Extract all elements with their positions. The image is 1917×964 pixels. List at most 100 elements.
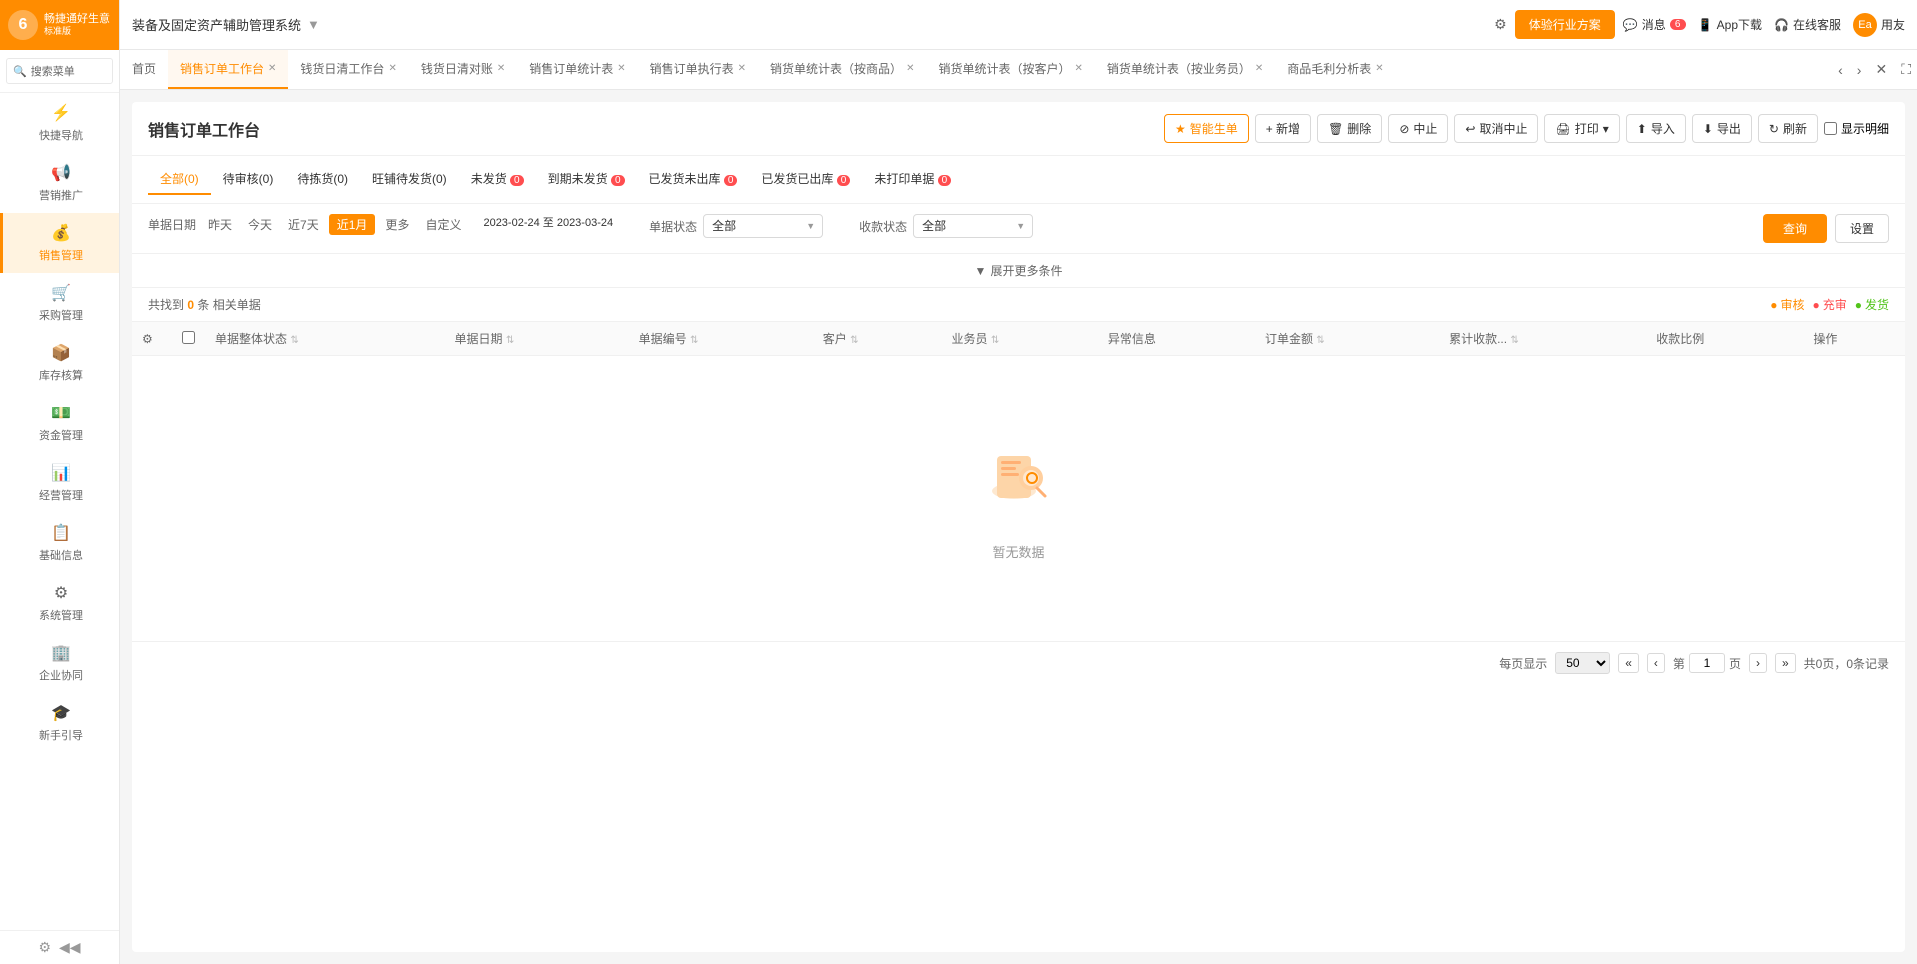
sidebar-item-finance[interactable]: 💵 资金管理 — [0, 393, 119, 453]
filter-tab-shipped-out[interactable]: 已发货已出库 0 — [749, 164, 862, 195]
message-button[interactable]: 💬 消息 6 — [1623, 16, 1686, 33]
filter-tab-all[interactable]: 全部(0) — [148, 164, 211, 195]
refresh-button[interactable]: ↻ 刷新 — [1758, 114, 1818, 143]
solution-button[interactable]: 体验行业方案 — [1515, 10, 1615, 39]
sidebar-item-quick-nav[interactable]: ⚡ 快捷导航 — [0, 93, 119, 153]
sidebar-item-marketing[interactable]: 📢 营销推广 — [0, 153, 119, 213]
online-service-button[interactable]: 🎧 在线客服 — [1774, 16, 1841, 33]
first-page-button[interactable]: « — [1618, 653, 1639, 673]
filter-settings-button[interactable]: 设置 — [1835, 214, 1889, 243]
export-icon: ⬇ — [1703, 122, 1713, 136]
tab-close-icon[interactable]: ✕ — [906, 63, 914, 74]
sort-customer-icon[interactable]: ⇅ — [850, 335, 858, 346]
tab-close-icon[interactable]: ✕ — [268, 63, 276, 74]
ship-action-button[interactable]: ● 发货 — [1855, 296, 1889, 313]
sidebar-item-newbie[interactable]: 🎓 新手引导 — [0, 693, 119, 753]
print-button[interactable]: 🖨 打印 ▾ — [1544, 114, 1619, 143]
col-date: 单据日期 ⇅ — [445, 322, 629, 356]
last-page-button[interactable]: » — [1775, 653, 1796, 673]
sidebar-item-purchase[interactable]: 🛒 采购管理 — [0, 273, 119, 333]
export-button[interactable]: ⬇ 导出 — [1692, 114, 1752, 143]
sort-status-icon[interactable]: ⇅ — [290, 335, 298, 346]
app-download-button[interactable]: 📱 App下载 — [1698, 16, 1762, 33]
date-more-button[interactable]: 更多 — [379, 214, 415, 235]
tab-product-margin[interactable]: 商品毛利分析表 ✕ — [1275, 50, 1395, 89]
filter-tab-wangpu[interactable]: 旺铺待发货(0) — [360, 164, 459, 195]
filter-tab-pending-review[interactable]: 待审核(0) — [211, 164, 286, 195]
filter-tab-not-shipped[interactable]: 未发货 0 — [459, 164, 536, 195]
filter-tab-shipped-not-out[interactable]: 已发货未出库 0 — [637, 164, 750, 195]
query-button[interactable]: 查询 — [1763, 214, 1827, 243]
date-7days-button[interactable]: 近7天 — [282, 214, 325, 235]
search-menu-label: 搜索菜单 — [31, 63, 75, 79]
tab-cash-goods-reconcile[interactable]: 钱货日清对账 ✕ — [409, 50, 517, 89]
show-detail-checkbox[interactable] — [1824, 122, 1837, 135]
tab-close-icon[interactable]: ✕ — [1375, 63, 1383, 74]
sort-amount-icon[interactable]: ⇅ — [1316, 335, 1324, 346]
sidebar-item-operations[interactable]: 📊 经营管理 — [0, 453, 119, 513]
sort-staff-icon[interactable]: ⇅ — [991, 335, 999, 346]
payment-select[interactable]: 全部 未收款 部分收款 已收款 — [913, 214, 1033, 238]
online-service-label: 在线客服 — [1793, 16, 1841, 33]
cancel-suspend-button[interactable]: ↩ 取消中止 — [1454, 114, 1538, 143]
tab-close-icon[interactable]: ✕ — [617, 63, 625, 74]
page-number-input[interactable] — [1689, 653, 1725, 673]
tab-close-icon[interactable]: ✕ — [1255, 63, 1263, 74]
tab-sales-order-exec[interactable]: 销售订单执行表 ✕ — [638, 50, 758, 89]
show-detail-checkbox-wrap[interactable]: 显示明细 — [1824, 120, 1889, 137]
settings-col-icon[interactable]: ⚙ — [142, 332, 153, 346]
date-1month-button[interactable]: 近1月 — [329, 214, 376, 235]
filter-tab-pending-pickup[interactable]: 待拣货(0) — [285, 164, 360, 195]
sort-number-icon[interactable]: ⇅ — [690, 335, 698, 346]
sidebar-item-system[interactable]: ⚙ 系统管理 — [0, 573, 119, 633]
tab-sales-stats-staff[interactable]: 销货单统计表（按业务员） ✕ — [1095, 50, 1275, 89]
page-size-select[interactable]: 20 50 100 — [1555, 652, 1610, 674]
tab-scroll-left-button[interactable]: ‹ — [1832, 62, 1849, 78]
sidebar-item-enterprise[interactable]: 🏢 企业协同 — [0, 633, 119, 693]
suspend-button[interactable]: ⊘ 中止 — [1388, 114, 1448, 143]
tab-close-icon[interactable]: ✕ — [738, 63, 746, 74]
date-custom-button[interactable]: 自定义 — [419, 214, 467, 235]
smart-create-button[interactable]: ★ 智能生单 — [1164, 114, 1249, 143]
count-value: 0 — [187, 298, 194, 312]
unreviewed-action-button[interactable]: ● 充审 — [1812, 296, 1846, 313]
user-button[interactable]: Ea 用友 — [1853, 13, 1905, 37]
sidebar-collapse-button[interactable]: ◀◀ — [59, 939, 81, 956]
sidebar-item-label: 新手引导 — [39, 727, 83, 743]
review-action-button[interactable]: ● 审核 — [1770, 296, 1804, 313]
sidebar-item-sales[interactable]: 💰 销售管理 — [0, 213, 119, 273]
tab-home[interactable]: 首页 — [120, 50, 168, 89]
tab-sales-stats-customer[interactable]: 销货单统计表（按客户） ✕ — [926, 50, 1094, 89]
sidebar-item-inventory[interactable]: 📦 库存核算 — [0, 333, 119, 393]
expand-btn-label: 展开更多条件 — [990, 262, 1062, 279]
tab-cash-daily[interactable]: 钱货日清工作台 ✕ — [288, 50, 408, 89]
sort-date-icon[interactable]: ⇅ — [506, 335, 514, 346]
tab-close-icon[interactable]: ✕ — [497, 63, 505, 74]
date-yesterday-button[interactable]: 昨天 — [202, 214, 238, 235]
tab-sales-order-workbench[interactable]: 销售订单工作台 ✕ — [168, 50, 288, 89]
prev-page-button[interactable]: ‹ — [1647, 653, 1665, 673]
add-button[interactable]: + 新增 — [1255, 114, 1311, 143]
expand-conditions-button[interactable]: ▼ 展开更多条件 — [967, 258, 1071, 283]
tab-sales-stats-product[interactable]: 销货单统计表（按商品） ✕ — [758, 50, 926, 89]
select-all-checkbox[interactable] — [182, 331, 195, 344]
tab-close-icon[interactable]: ✕ — [388, 63, 396, 74]
delete-button[interactable]: 🗑 删除 — [1317, 114, 1382, 143]
sidebar-item-base-info[interactable]: 📋 基础信息 — [0, 513, 119, 573]
settings-gear-button[interactable]: ⚙ — [1494, 16, 1507, 33]
sidebar-settings-button[interactable]: ⚙ — [38, 939, 51, 956]
status-select[interactable]: 全部 待审核 已审核 已中止 — [703, 214, 823, 238]
filter-tab-not-printed[interactable]: 未打印单据 0 — [862, 164, 963, 195]
import-button[interactable]: ⬆ 导入 — [1626, 114, 1686, 143]
tab-scroll-right-button[interactable]: › — [1851, 62, 1868, 78]
message-badge: 6 — [1670, 19, 1686, 30]
date-today-button[interactable]: 今天 — [242, 214, 278, 235]
sort-received-icon[interactable]: ⇅ — [1510, 335, 1518, 346]
tab-close-all-button[interactable]: ✕ — [1869, 57, 1893, 82]
tab-maximize-button[interactable]: ⛶ — [1895, 57, 1917, 82]
filter-tab-overdue[interactable]: 到期未发货 0 — [536, 164, 637, 195]
next-page-button[interactable]: › — [1749, 653, 1767, 673]
tab-sales-order-stats[interactable]: 销售订单统计表 ✕ — [517, 50, 637, 89]
search-menu-button[interactable]: 🔍 搜索菜单 — [6, 58, 113, 84]
tab-close-icon[interactable]: ✕ — [1074, 63, 1082, 74]
